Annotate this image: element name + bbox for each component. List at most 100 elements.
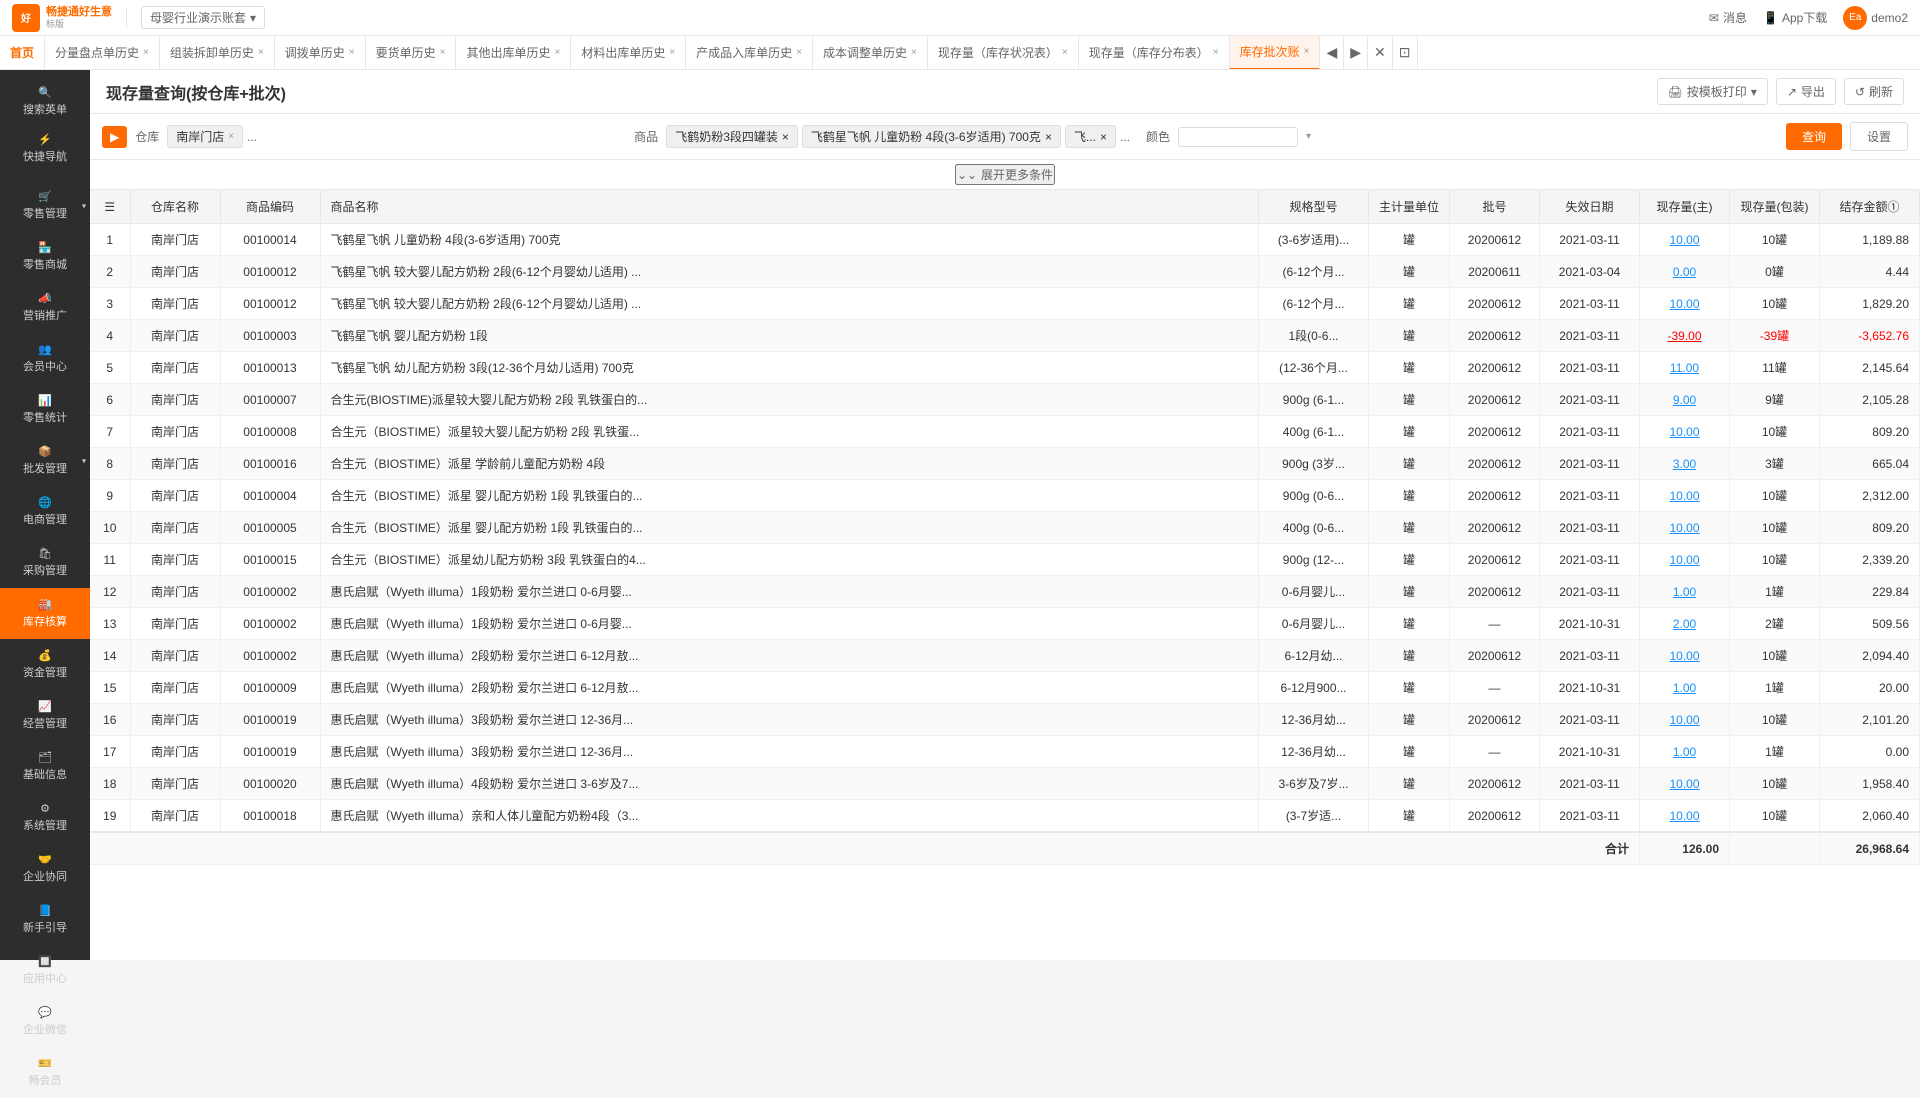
user-area[interactable]: Ea demo2 [1843, 6, 1908, 30]
color-filter-arrow[interactable]: ▾ [1306, 131, 1311, 142]
row-stock-main[interactable]: 10.00 [1640, 288, 1730, 320]
setting-btn[interactable]: 设置 [1850, 122, 1908, 151]
sidebar-search-btn[interactable]: 🔍 搜索英单 [0, 78, 90, 125]
table-row: 16 南岸门店 00100019 惠氏启赋（Wyeth illuma）3段奶粉 … [90, 704, 1920, 736]
print-btn[interactable]: 🖨 按模板打印 ▾ [1657, 78, 1768, 105]
row-stock-main[interactable]: 1.00 [1640, 672, 1730, 704]
product-tag-close-3[interactable]: × [1100, 130, 1107, 144]
tab-cailiaochuku[interactable]: 材料出库单历史 × [571, 36, 686, 70]
export-icon: ↗ [1787, 85, 1797, 99]
sidebar-item-finance[interactable]: 💰 资金管理 [0, 639, 90, 690]
close-icon[interactable]: × [1304, 46, 1310, 57]
row-stock-main[interactable]: 9.00 [1640, 384, 1730, 416]
sidebar-item-inventory[interactable]: 🏭 库存核算 [0, 588, 90, 639]
sidebar-item-retail[interactable]: 🛒 零售管理 ▾ [0, 180, 90, 231]
tab-kucunpici[interactable]: 库存批次账 × [1230, 36, 1321, 70]
filter-more[interactable]: ... [247, 130, 257, 144]
row-stock-main[interactable]: 1.00 [1640, 576, 1730, 608]
row-stock-main[interactable]: 10.00 [1640, 544, 1730, 576]
sidebar-item-appcenter[interactable]: 🔲 应用中心 [0, 945, 90, 996]
tab-prev-btn[interactable]: ◀ [1320, 36, 1344, 70]
tab-label: 产成品入库单历史 [696, 44, 792, 61]
tab-yaohuo[interactable]: 要货单历史 × [366, 36, 457, 70]
row-stock-main[interactable]: 10.00 [1640, 224, 1730, 256]
row-stock-main[interactable]: 1.00 [1640, 736, 1730, 768]
row-warehouse: 南岸门店 [130, 544, 220, 576]
sidebar-item-ecommerce[interactable]: 🌐 电商管理 [0, 486, 90, 537]
tab-chenben[interactable]: 成本调整单历史 × [813, 36, 928, 70]
sidebar-item-purchase[interactable]: 🛍 采购管理 [0, 537, 90, 588]
row-unit: 罐 [1368, 704, 1449, 736]
sidebar-item-member[interactable]: 👥 会员中心 [0, 333, 90, 384]
row-stock-main[interactable]: 11.00 [1640, 352, 1730, 384]
product-tag-close-2[interactable]: × [1045, 130, 1052, 144]
close-icon[interactable]: × [1213, 47, 1219, 58]
message-icon: ✉ [1709, 11, 1719, 25]
sidebar-item-retail-mall[interactable]: 🏪 零售商城 [0, 231, 90, 282]
product-tag-close[interactable]: × [782, 130, 789, 144]
tab-xiancunliang1[interactable]: 现存量（库存状况表） × [928, 36, 1079, 70]
close-icon[interactable]: × [1062, 47, 1068, 58]
sidebar-item-basic[interactable]: 🗂 基础信息 [0, 741, 90, 792]
tab-qitachuku[interactable]: 其他出库单历史 × [456, 36, 571, 70]
row-stock-main[interactable]: -39.00 [1640, 320, 1730, 352]
expand-more-btn[interactable]: ⌄⌄ 展开更多条件 [955, 164, 1055, 185]
tab-diaobodanhis[interactable]: 调拨单历史 × [275, 36, 366, 70]
close-icon[interactable]: × [911, 47, 917, 58]
tab-fenliangpandian[interactable]: 分量盘点单历史 × [45, 36, 160, 70]
export-btn[interactable]: ↗ 导出 [1776, 78, 1836, 105]
row-balance: 20.00 [1820, 672, 1920, 704]
close-icon[interactable]: × [554, 47, 560, 58]
sidebar-item-member2[interactable]: 🎫 畅会员 [0, 1047, 90, 1098]
tab-xiancunliang2[interactable]: 现存量（库存分布表） × [1079, 36, 1230, 70]
tab-menu-btn[interactable]: ⊡ [1393, 36, 1418, 70]
tab-next-btn[interactable]: ▶ [1344, 36, 1368, 70]
tab-zuzhuangchaijian[interactable]: 组装拆卸单历史 × [160, 36, 275, 70]
tab-chanchengpin[interactable]: 产成品入库单历史 × [686, 36, 813, 70]
tab-label: 现存量（库存分布表） [1089, 44, 1209, 61]
top-bar: 好 畅捷通好生意 标版 母婴行业演示账套 ▾ ✉ 消息 📱 App下载 Ea d… [0, 0, 1920, 36]
close-icon[interactable]: × [143, 47, 149, 58]
col-header-checkbox[interactable]: ☰ [90, 190, 130, 224]
row-stock-main[interactable]: 0.00 [1640, 256, 1730, 288]
sidebar-item-enterprise[interactable]: 🤝 企业协同 [0, 843, 90, 894]
sidebar-item-wholesale[interactable]: 📦 批发管理 ▾ [0, 435, 90, 486]
row-stock-main[interactable]: 10.00 [1640, 640, 1730, 672]
close-icon[interactable]: × [258, 47, 264, 58]
store-selector[interactable]: 母婴行业演示账套 ▾ [141, 6, 265, 29]
message-btn[interactable]: ✉ 消息 [1709, 9, 1747, 26]
sidebar-item-marketing[interactable]: 📣 营销推广 [0, 282, 90, 333]
row-stock-main[interactable]: 10.00 [1640, 704, 1730, 736]
color-filter-input[interactable] [1178, 127, 1298, 147]
app-download-btn[interactable]: 📱 App下载 [1763, 9, 1827, 26]
sidebar-item-retail-stat[interactable]: 📊 零售统计 [0, 384, 90, 435]
sidebar-item-operations[interactable]: 📈 经营管理 [0, 690, 90, 741]
row-stock-main[interactable]: 3.00 [1640, 448, 1730, 480]
row-stock-main[interactable]: 10.00 [1640, 800, 1730, 833]
query-btn[interactable]: 查询 [1786, 123, 1842, 150]
close-icon[interactable]: × [796, 47, 802, 58]
row-name: 惠氏启赋（Wyeth illuma）2段奶粉 爱尔兰进口 6-12月敖... [320, 672, 1258, 704]
table-container[interactable]: ☰ 仓库名称 商品编码 商品名称 规格型号 主计量单位 批号 失效日期 现存量(… [90, 190, 1920, 960]
row-stock-main[interactable]: 2.00 [1640, 608, 1730, 640]
row-stock-main[interactable]: 10.00 [1640, 480, 1730, 512]
tab-close-btn[interactable]: ✕ [1368, 36, 1393, 70]
sidebar-item-guide[interactable]: 📘 新手引导 [0, 894, 90, 945]
sidebar-nav-btn[interactable]: ⚡ 快捷导航 [0, 125, 90, 172]
row-stock-pack: 0罐 [1730, 256, 1820, 288]
close-icon[interactable]: × [669, 47, 675, 58]
refresh-btn[interactable]: ↺ 刷新 [1844, 78, 1904, 105]
expand-filter-btn[interactable]: ▶ [102, 126, 127, 148]
product-filter-more[interactable]: ... [1120, 130, 1130, 144]
query-label: 查询 [1802, 130, 1826, 144]
warehouse-tag-close[interactable]: × [228, 131, 234, 142]
row-stock-main[interactable]: 10.00 [1640, 512, 1730, 544]
row-stock-main[interactable]: 10.00 [1640, 768, 1730, 800]
row-balance: 2,312.00 [1820, 480, 1920, 512]
sidebar-item-weixin[interactable]: 💬 企业微信 [0, 996, 90, 1047]
sidebar-item-system[interactable]: ⚙ 系统管理 [0, 792, 90, 843]
row-stock-main[interactable]: 10.00 [1640, 416, 1730, 448]
tab-home[interactable]: 首页 [0, 36, 45, 70]
close-icon[interactable]: × [440, 47, 446, 58]
close-icon[interactable]: × [349, 47, 355, 58]
